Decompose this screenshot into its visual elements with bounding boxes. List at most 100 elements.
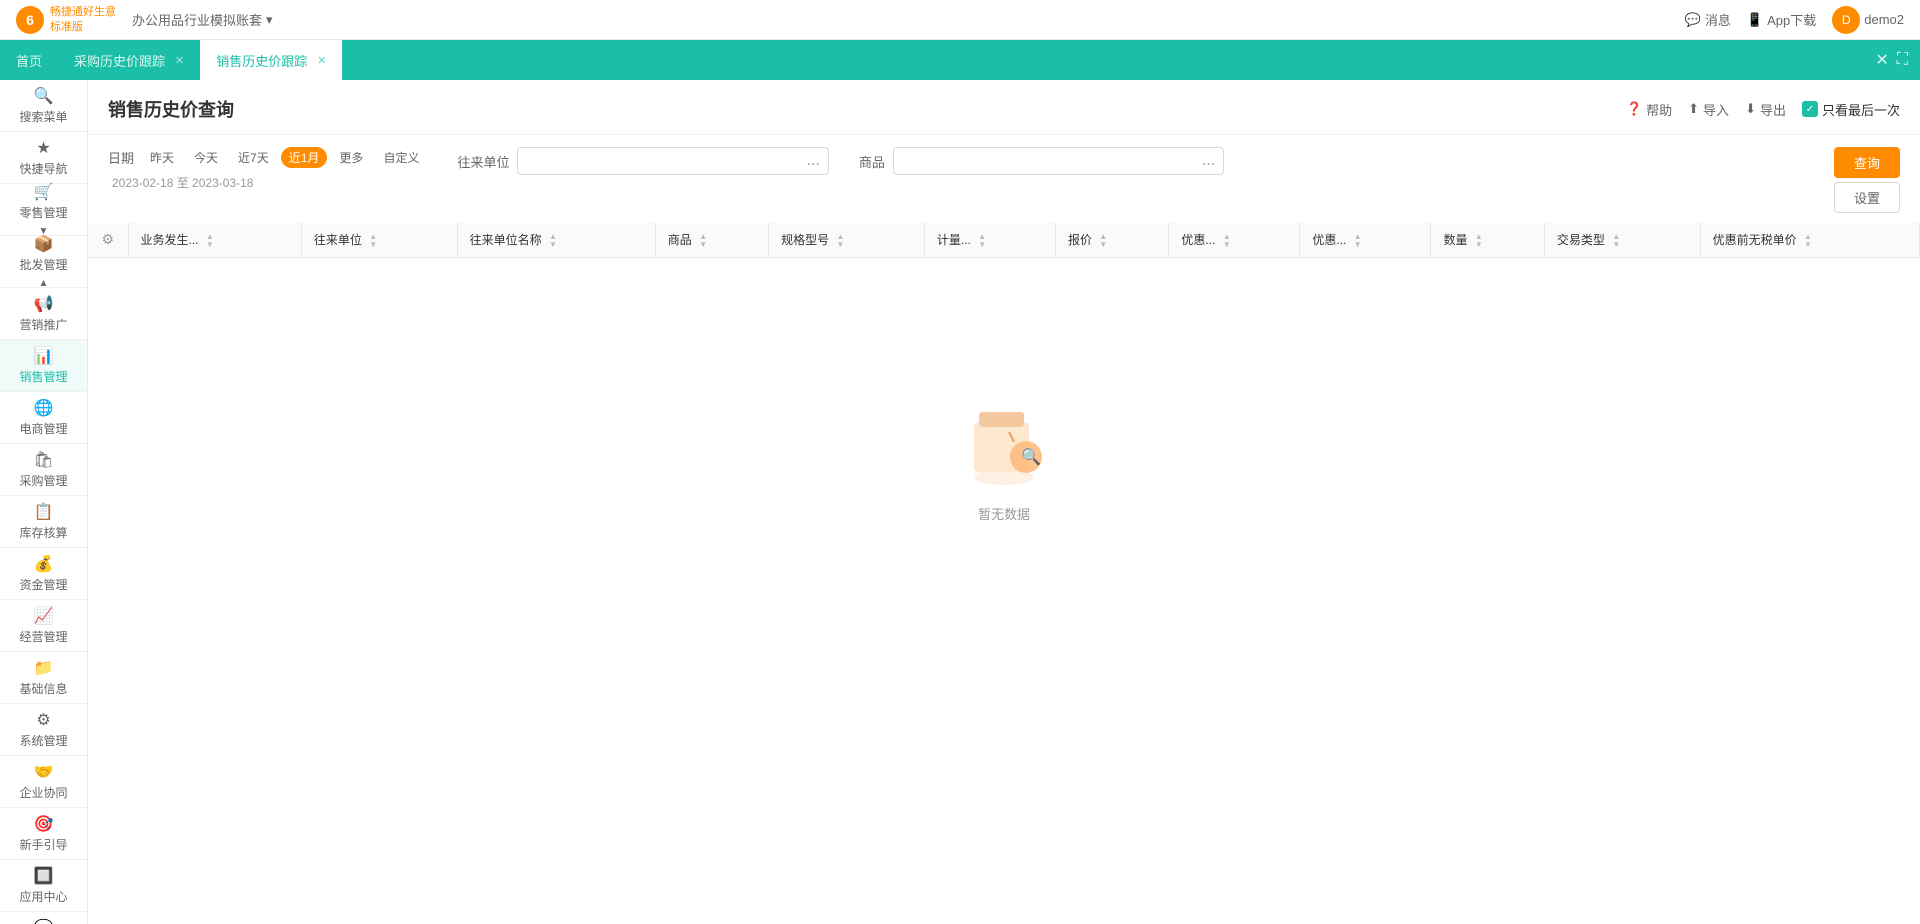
enterprise-wechat-icon: 💬: [34, 918, 54, 924]
sort-product[interactable]: ▲ ▼: [699, 233, 707, 249]
export-icon: ⬇: [1745, 101, 1756, 117]
sidebar-item-search-menu[interactable]: 🔍 搜索菜单: [0, 80, 87, 132]
sidebar-item-purchase-mgmt[interactable]: 🛍 采购管理: [0, 444, 87, 496]
message-btn[interactable]: 💬 消息: [1685, 10, 1731, 29]
product-input-dots[interactable]: ...: [1202, 152, 1215, 170]
date-range-display: 2023-02-18 至 2023-03-18: [112, 174, 427, 191]
query-button[interactable]: 查询: [1834, 147, 1900, 178]
empty-state: 🔍 暂无数据: [88, 258, 1920, 658]
th-qty: 数量 ▲ ▼: [1431, 223, 1544, 257]
filter-section-row: 日期 昨天 今天 近7天 近1月 更多 自定义 2023-02-18 至 202…: [108, 147, 1900, 223]
sidebar-item-system[interactable]: ⚙ 系统管理: [0, 704, 87, 756]
table-header-row: ⚙ 业务发生... ▲ ▼ 往来单位 ▲: [88, 223, 1920, 257]
counterpart-filter-col: 往来单位 ...: [457, 147, 828, 175]
sidebar-item-ecommerce[interactable]: 🌐 电商管理: [0, 392, 87, 444]
sort-counterpart[interactable]: ▲ ▼: [369, 233, 377, 249]
sort-spec[interactable]: ▲ ▼: [837, 233, 845, 249]
help-icon: ❓: [1626, 101, 1642, 117]
date-filter-label: 日期: [108, 148, 134, 167]
operations-icon: 📈: [34, 606, 54, 626]
date-option-custom[interactable]: 自定义: [375, 147, 427, 168]
date-filter-group: 日期 昨天 今天 近7天 近1月 更多 自定义: [108, 147, 427, 168]
sort-discount2[interactable]: ▲ ▼: [1354, 233, 1362, 249]
svg-text:🔍: 🔍: [1021, 446, 1041, 466]
content-area: 销售历史价查询 ❓ 帮助 ⬆ 导入 ⬇ 导出 ✓ 只看最后一次: [88, 80, 1920, 924]
date-filter-col: 日期 昨天 今天 近7天 近1月 更多 自定义 2023-02-18 至 202…: [108, 147, 427, 191]
sort-discount1[interactable]: ▲ ▼: [1223, 233, 1231, 249]
sidebar-item-app-center[interactable]: 🔲 应用中心: [0, 860, 87, 912]
th-discount1: 优惠... ▲ ▼: [1169, 223, 1300, 257]
sidebar-item-operations[interactable]: 📈 经营管理: [0, 600, 87, 652]
close-all-tabs-btn[interactable]: ✕: [1875, 50, 1888, 70]
counterpart-input-dots[interactable]: ...: [806, 152, 819, 170]
system-icon: ⚙: [36, 710, 50, 730]
page-header: 销售历史价查询 ❓ 帮助 ⬆ 导入 ⬇ 导出 ✓ 只看最后一次: [88, 80, 1920, 135]
tab-purchase-history[interactable]: 采购历史价跟踪 ✕: [58, 40, 200, 80]
empty-text: 暂无数据: [978, 504, 1030, 523]
counterpart-input[interactable]: ...: [517, 147, 828, 175]
gear-icon[interactable]: ⚙: [101, 231, 114, 247]
product-input[interactable]: ...: [893, 147, 1224, 175]
basic-info-icon: 📁: [34, 658, 54, 678]
product-filter-group: 商品 ...: [859, 147, 1224, 175]
th-spec: 规格型号 ▲ ▼: [769, 223, 925, 257]
settings-button[interactable]: 设置: [1834, 182, 1900, 213]
sidebar-item-enterprise-wechat[interactable]: 💬 企业微信: [0, 912, 87, 924]
sidebar-item-inventory[interactable]: 📋 库存核算: [0, 496, 87, 548]
th-product: 商品 ▲ ▼: [655, 223, 768, 257]
sidebar-item-newbie[interactable]: 🎯 新手引导: [0, 808, 87, 860]
table-container: ⚙ 业务发生... ▲ ▼ 往来单位 ▲: [88, 223, 1920, 924]
sales-mgmt-icon: 📊: [34, 346, 54, 366]
sidebar-item-sales-mgmt[interactable]: 📊 销售管理: [0, 340, 87, 392]
date-option-yesterday[interactable]: 昨天: [142, 147, 182, 168]
counterpart-input-field[interactable]: [526, 154, 806, 169]
help-btn[interactable]: ❓ 帮助: [1626, 100, 1672, 119]
import-btn[interactable]: ⬆ 导入: [1688, 100, 1729, 119]
tab-purchase-history-close[interactable]: ✕: [175, 54, 184, 67]
tab-home[interactable]: 首页: [0, 40, 58, 80]
logo-area: 6 畅捷通好生意 标准版: [16, 5, 116, 34]
app-center-icon: 🔲: [34, 866, 54, 886]
expand-btn[interactable]: ⛶: [1897, 51, 1908, 69]
import-icon: ⬆: [1688, 101, 1699, 117]
logo-text: 畅捷通好生意 标准版: [50, 5, 116, 34]
sort-trade-type[interactable]: ▲ ▼: [1612, 233, 1620, 249]
app-selector[interactable]: 办公用品行业模拟账套 ▾: [124, 6, 281, 33]
sidebar-item-finance[interactable]: 💰 资金管理: [0, 548, 87, 600]
sidebar-item-basic-info[interactable]: 📁 基础信息: [0, 652, 87, 704]
date-option-last1m[interactable]: 近1月: [281, 147, 328, 168]
date-option-more[interactable]: 更多: [331, 147, 371, 168]
tab-sales-history-close[interactable]: ✕: [317, 54, 326, 67]
sort-pre-tax-price[interactable]: ▲ ▼: [1804, 233, 1812, 249]
sort-biz-date[interactable]: ▲ ▼: [206, 233, 214, 249]
tab-sales-history[interactable]: 销售历史价跟踪 ✕: [200, 40, 342, 80]
sidebar-item-retail-mgmt[interactable]: 🛒 零售管理 ▼: [0, 184, 87, 236]
sidebar-item-wholesale-mgmt[interactable]: 📦 批发管理 ▲: [0, 236, 87, 288]
product-input-field[interactable]: [902, 154, 1202, 169]
export-btn[interactable]: ⬇ 导出: [1745, 100, 1786, 119]
date-option-today[interactable]: 今天: [186, 147, 226, 168]
sort-qty[interactable]: ▲ ▼: [1475, 233, 1483, 249]
th-settings: ⚙: [88, 223, 128, 257]
marketing-icon: 📢: [34, 294, 54, 314]
app-download-btn[interactable]: 📱 App下载: [1747, 10, 1816, 29]
sort-quote[interactable]: ▲ ▼: [1099, 233, 1107, 249]
search-menu-icon: 🔍: [34, 86, 54, 106]
logo-icon: 6: [16, 6, 44, 34]
th-biz-date: 业务发生... ▲ ▼: [128, 223, 301, 257]
ecommerce-icon: 🌐: [34, 398, 54, 418]
date-option-last7[interactable]: 近7天: [230, 147, 277, 168]
sort-unit[interactable]: ▲ ▼: [978, 233, 986, 249]
top-bar-left: 6 畅捷通好生意 标准版 办公用品行业模拟账套 ▾: [16, 5, 281, 34]
user-avatar-area[interactable]: D demo2: [1832, 6, 1904, 34]
sidebar-item-quick-nav[interactable]: ★ 快捷导航: [0, 132, 87, 184]
sidebar-item-enterprise-collab[interactable]: 🤝 企业协同: [0, 756, 87, 808]
avatar: D: [1832, 6, 1860, 34]
th-trade-type: 交易类型 ▲ ▼: [1544, 223, 1700, 257]
sort-counterpart-name[interactable]: ▲ ▼: [549, 233, 557, 249]
main-layout: 🔍 搜索菜单 ★ 快捷导航 🛒 零售管理 ▼ 📦 批发管理 ▲ 📢 营销推广 📊…: [0, 80, 1920, 924]
sidebar-item-marketing[interactable]: 📢 营销推广: [0, 288, 87, 340]
th-discount2: 优惠... ▲ ▼: [1300, 223, 1431, 257]
only-last-checkbox[interactable]: ✓ 只看最后一次: [1802, 100, 1900, 119]
empty-icon: 🔍: [954, 392, 1054, 492]
